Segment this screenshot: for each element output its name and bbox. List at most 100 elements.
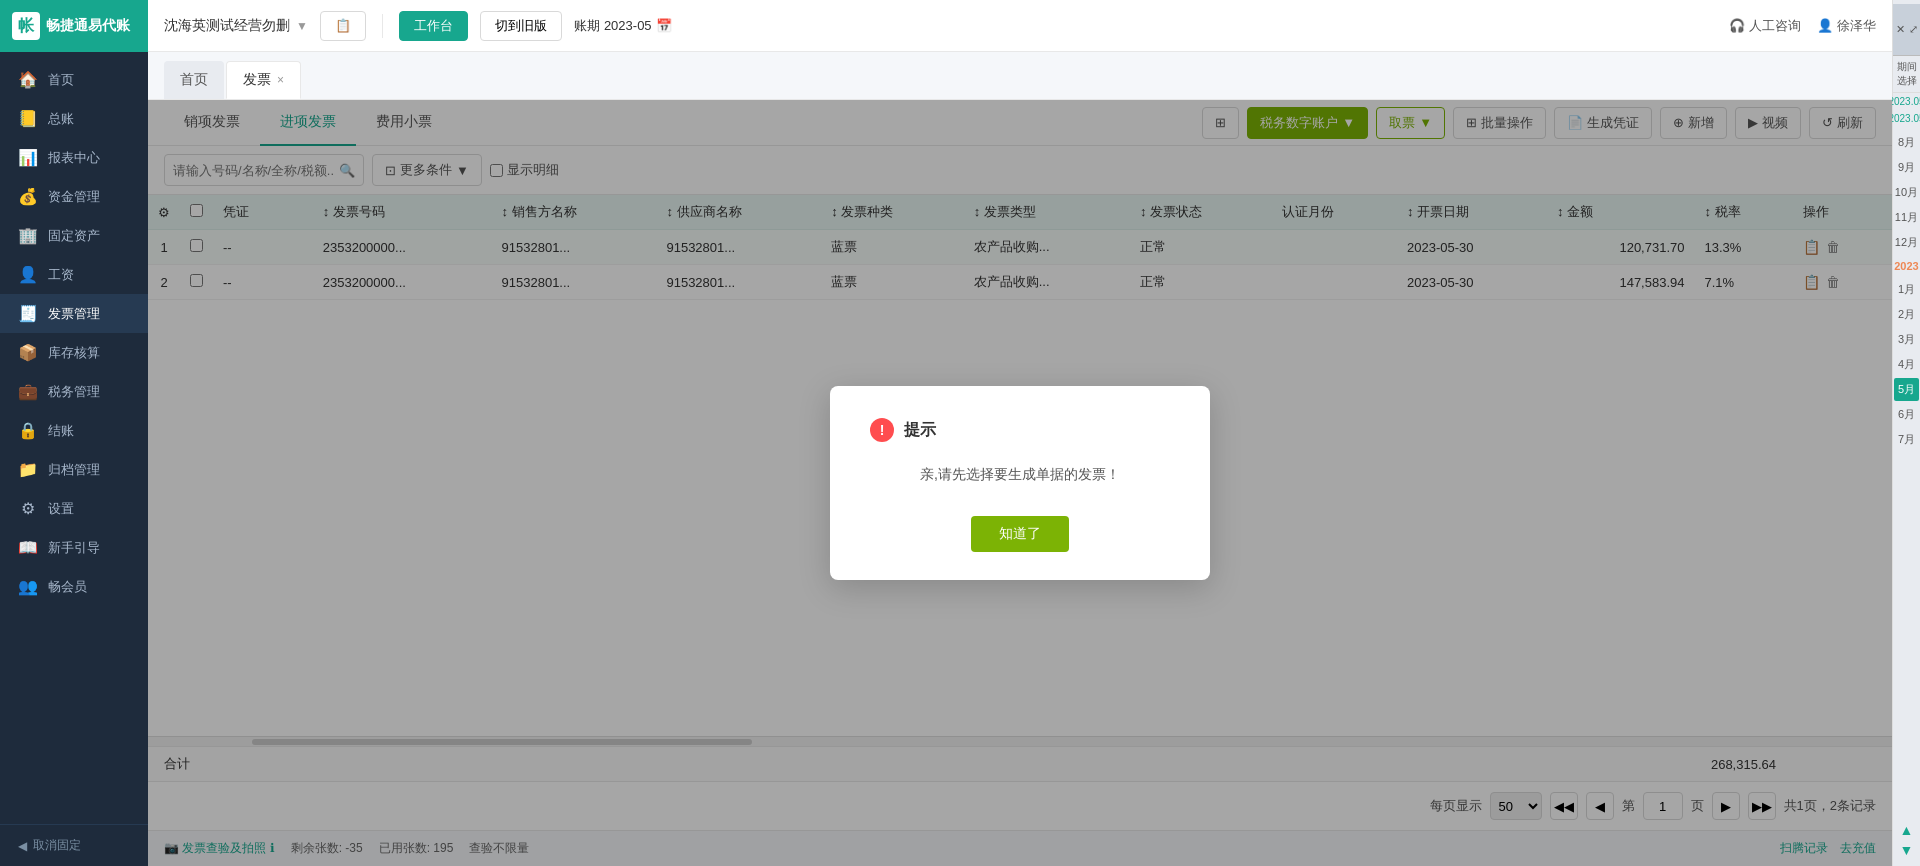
- sidebar-item-label: 报表中心: [48, 149, 100, 167]
- month-8[interactable]: 8月: [1894, 131, 1918, 154]
- modal-message: 亲,请先选择要生成单据的发票！: [920, 466, 1120, 484]
- assets-icon: 🏢: [18, 226, 38, 245]
- switch-version-button[interactable]: 切到旧版: [480, 11, 562, 41]
- panel-nav: ▲ ▼: [1900, 818, 1914, 862]
- app-name: 畅捷通易代账: [46, 17, 130, 35]
- modal-warning-icon: !: [870, 418, 894, 442]
- content-area: 销项发票 进项发票 费用小票 ⊞ 税务数字账户 ▼ 取票 ▼ ⊞: [148, 100, 1892, 866]
- sidebar-item-inventory[interactable]: 📦 库存核算: [0, 333, 148, 372]
- service-icon: 🎧: [1729, 18, 1745, 33]
- sidebar-item-home[interactable]: 🏠 首页: [0, 60, 148, 99]
- expand-panel-icon[interactable]: ⤢: [1909, 23, 1918, 36]
- month-1[interactable]: 1月: [1894, 278, 1918, 301]
- member-icon: 👥: [18, 577, 38, 596]
- home-icon: 🏠: [18, 70, 38, 89]
- service-label: 人工咨询: [1749, 17, 1801, 35]
- sidebar-item-funds[interactable]: 💰 资金管理: [0, 177, 148, 216]
- sidebar-item-tax[interactable]: 💼 税务管理: [0, 372, 148, 411]
- period-header: 期间选择: [1893, 56, 1920, 93]
- invoices-icon: 🧾: [18, 304, 38, 323]
- sidebar-item-close[interactable]: 🔒 结账: [0, 411, 148, 450]
- sidebar-item-ledger[interactable]: 📒 总账: [0, 99, 148, 138]
- close-period-icon: 🔒: [18, 421, 38, 440]
- month-2[interactable]: 2月: [1894, 303, 1918, 326]
- right-panel-header: ✕ ⤢: [1893, 4, 1920, 56]
- logo-icon: 帐: [12, 12, 40, 40]
- pin-icon: ◀: [18, 839, 27, 853]
- archive-icon: 📁: [18, 460, 38, 479]
- sidebar-item-label: 固定资产: [48, 227, 100, 245]
- inventory-icon: 📦: [18, 343, 38, 362]
- reports-icon: 📊: [18, 148, 38, 167]
- sidebar-item-label: 设置: [48, 500, 74, 518]
- sidebar-nav: 🏠 首页 📒 总账 📊 报表中心 💰 资金管理 🏢 固定资产 👤 工资 🧾 发票…: [0, 52, 148, 824]
- main-content: 沈海英测试经营勿删 ▼ 📋 工作台 切到旧版 账期 2023-05 📅 🎧 人工…: [148, 0, 1892, 866]
- app-logo: 帐 畅捷通易代账: [0, 0, 148, 52]
- sidebar: 帐 畅捷通易代账 🏠 首页 📒 总账 📊 报表中心 💰 资金管理 🏢 固定资产 …: [0, 0, 148, 866]
- tab-invoice[interactable]: 发票 ×: [226, 61, 301, 99]
- sidebar-item-member[interactable]: 👥 畅会员: [0, 567, 148, 606]
- month-11[interactable]: 11月: [1894, 206, 1918, 229]
- sidebar-item-payroll[interactable]: 👤 工资: [0, 255, 148, 294]
- workspace-button[interactable]: 工作台: [399, 11, 468, 41]
- company-copy-button[interactable]: 📋: [320, 11, 366, 41]
- right-panel: ✕ ⤢ 期间选择 2023.05 2023.05 8月 9月 10月 11月 1…: [1892, 0, 1920, 866]
- modal-overlay[interactable]: ! 提示 亲,请先选择要生成单据的发票！ 知道了: [148, 100, 1892, 866]
- month-5[interactable]: 5月: [1894, 378, 1918, 401]
- tab-invoice-close[interactable]: ×: [277, 73, 284, 87]
- month-9[interactable]: 9月: [1894, 156, 1918, 179]
- sidebar-item-label: 工资: [48, 266, 74, 284]
- payroll-icon: 👤: [18, 265, 38, 284]
- sidebar-item-label: 畅会员: [48, 578, 87, 596]
- year-2023[interactable]: 2023: [1894, 256, 1918, 276]
- tab-invoice-label: 发票: [243, 71, 271, 89]
- topbar-divider-1: [382, 14, 383, 38]
- user-icon: 👤: [1817, 18, 1833, 33]
- user-label: 徐泽华: [1837, 17, 1876, 35]
- settings-nav-icon: ⚙: [18, 499, 38, 518]
- tab-home[interactable]: 首页: [164, 61, 224, 99]
- sidebar-item-label: 税务管理: [48, 383, 100, 401]
- company-name: 沈海英测试经营勿删: [164, 17, 290, 35]
- sidebar-footer-pin[interactable]: ◀ 取消固定: [0, 824, 148, 866]
- month-3[interactable]: 3月: [1894, 328, 1918, 351]
- company-selector[interactable]: 沈海英测试经营勿删 ▼: [164, 17, 308, 35]
- panel-down-icon[interactable]: ▼: [1900, 842, 1914, 858]
- modal-title: 提示: [904, 420, 936, 441]
- right-panel-months: 8月 9月 10月 11月 12月 2023 1月 2月 3月 4月 5月 6月…: [1894, 127, 1918, 818]
- tax-icon: 💼: [18, 382, 38, 401]
- sidebar-item-label: 发票管理: [48, 305, 100, 323]
- sidebar-item-reports[interactable]: 📊 报表中心: [0, 138, 148, 177]
- sidebar-footer-label: 取消固定: [33, 837, 81, 854]
- page-tabs: 首页 发票 ×: [148, 52, 1892, 100]
- ledger-icon: 📒: [18, 109, 38, 128]
- month-7[interactable]: 7月: [1894, 428, 1918, 451]
- month-12[interactable]: 12月: [1894, 231, 1918, 254]
- period-display: 账期 2023-05 📅: [574, 17, 672, 35]
- calendar-icon: 📅: [656, 18, 672, 33]
- sidebar-item-assets[interactable]: 🏢 固定资产: [0, 216, 148, 255]
- tab-home-label: 首页: [180, 71, 208, 89]
- panel-up-icon[interactable]: ▲: [1900, 822, 1914, 838]
- modal-title-row: ! 提示: [870, 418, 936, 442]
- sidebar-item-label: 结账: [48, 422, 74, 440]
- user-menu[interactable]: 👤 徐泽华: [1817, 17, 1876, 35]
- sidebar-item-label: 总账: [48, 110, 74, 128]
- sidebar-item-label: 资金管理: [48, 188, 100, 206]
- close-panel-icon[interactable]: ✕: [1896, 23, 1905, 36]
- funds-icon: 💰: [18, 187, 38, 206]
- sidebar-item-label: 新手引导: [48, 539, 100, 557]
- company-chevron-icon: ▼: [296, 19, 308, 33]
- sidebar-item-invoices[interactable]: 🧾 发票管理: [0, 294, 148, 333]
- service-button[interactable]: 🎧 人工咨询: [1729, 17, 1801, 35]
- sidebar-item-label: 归档管理: [48, 461, 100, 479]
- sidebar-item-label: 首页: [48, 71, 74, 89]
- period-label: 账期: [574, 17, 600, 35]
- month-6[interactable]: 6月: [1894, 403, 1918, 426]
- month-10[interactable]: 10月: [1894, 181, 1918, 204]
- sidebar-item-guide[interactable]: 📖 新手引导: [0, 528, 148, 567]
- sidebar-item-settings[interactable]: ⚙ 设置: [0, 489, 148, 528]
- sidebar-item-archive[interactable]: 📁 归档管理: [0, 450, 148, 489]
- month-4[interactable]: 4月: [1894, 353, 1918, 376]
- modal-confirm-button[interactable]: 知道了: [971, 516, 1069, 552]
